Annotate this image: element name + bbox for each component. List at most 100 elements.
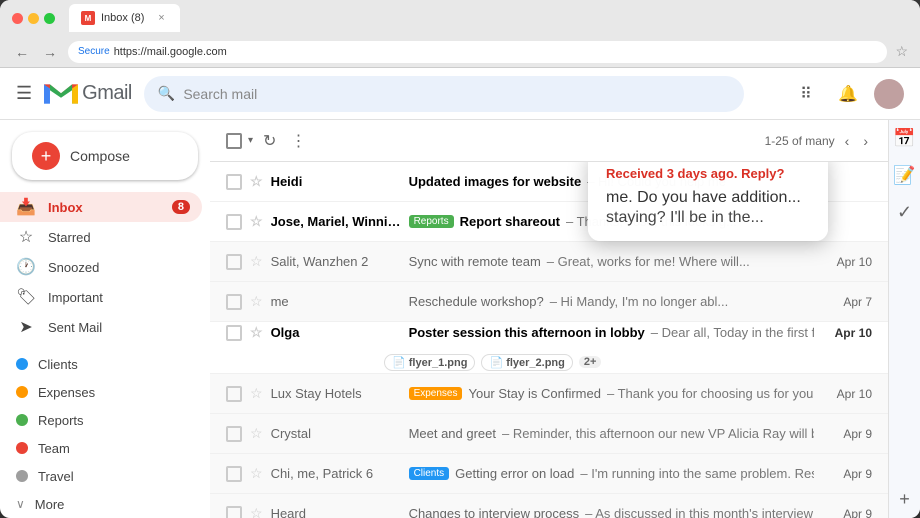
star-icon[interactable]: ☆ <box>250 465 263 482</box>
tab-favicon: M <box>81 11 95 25</box>
inbox-icon: 📥 <box>16 197 36 217</box>
sidebar-item-starred[interactable]: ☆ Starred <box>0 222 202 252</box>
label-tag-expenses: Expenses <box>409 387 463 400</box>
email-subject: Changes to interview process <box>409 506 580 518</box>
important-icon: 🏷 <box>16 287 36 307</box>
add-panel-icon[interactable]: + <box>899 489 910 510</box>
row-checkbox[interactable] <box>226 325 242 341</box>
sidebar-item-expenses[interactable]: Expenses <box>0 378 202 406</box>
table-row[interactable]: ☆ me Reschedule workshop? – Hi Mandy, I'… <box>210 282 888 322</box>
back-button[interactable]: ← <box>12 44 32 60</box>
close-dot[interactable] <box>12 13 23 24</box>
sender-name: Jose, Mariel, Winnie 4 <box>271 214 401 229</box>
row-checkbox[interactable] <box>226 426 242 442</box>
tooltip-received-text: Received 3 days ago. Reply? <box>606 166 810 181</box>
star-icon[interactable]: ☆ <box>250 213 263 230</box>
notes-panel-icon[interactable]: 📝 <box>893 165 915 186</box>
row-checkbox[interactable] <box>226 174 242 190</box>
sidebar-item-team[interactable]: Team <box>0 434 202 462</box>
minimize-dot[interactable] <box>28 13 39 24</box>
address-field[interactable]: Secure https://mail.google.com <box>68 41 887 63</box>
sidebar-item-important[interactable]: 🏷 Important <box>0 282 202 312</box>
sidebar-item-clients[interactable]: Clients <box>0 350 202 378</box>
email-body: Poster session this afternoon in lobby –… <box>409 325 814 340</box>
tasks-panel-icon[interactable]: ✓ <box>897 202 912 223</box>
table-row[interactable]: ☆ Crystal Meet and greet – Reminder, thi… <box>210 414 888 454</box>
table-row[interactable]: ☆ Chi, me, Patrick 6 Clients Getting err… <box>210 454 888 494</box>
star-icon[interactable]: ☆ <box>250 505 263 518</box>
expenses-dot <box>16 386 28 398</box>
tab-close-button[interactable]: × <box>154 11 168 25</box>
tab-label: Inbox (8) <box>101 12 144 24</box>
apps-icon[interactable]: ⠿ <box>790 78 822 110</box>
sidebar-label-inbox: Inbox <box>48 200 160 215</box>
email-subject: Meet and greet <box>409 426 496 441</box>
email-preview: – I'm running into the same problem. Res… <box>580 466 814 481</box>
email-subject: Reschedule workshop? <box>409 294 544 309</box>
email-subject: Your Stay is Confirmed <box>468 386 600 401</box>
email-body: Clients Getting error on load – I'm runn… <box>409 466 814 481</box>
gmail-container: ☰ Gmail 🔍 Search mail ⠿ <box>0 68 920 518</box>
star-icon[interactable]: ☆ <box>250 173 263 190</box>
email-list: ☆ Heidi Updated images for website – Hi!… <box>210 162 888 518</box>
sidebar-label-more: More <box>35 497 65 512</box>
browser-tab[interactable]: M Inbox (8) × <box>69 4 180 32</box>
bookmark-icon[interactable]: ☆ <box>895 43 908 60</box>
email-subject: Report shareout <box>460 214 560 229</box>
star-icon[interactable]: ☆ <box>250 324 263 341</box>
star-icon[interactable]: ☆ <box>250 425 263 442</box>
secure-icon: Secure <box>78 46 110 57</box>
row-checkbox[interactable] <box>226 506 242 518</box>
star-icon[interactable]: ☆ <box>250 253 263 270</box>
hamburger-menu[interactable]: ☰ <box>16 83 32 104</box>
email-date: Apr 9 <box>822 467 872 481</box>
row-checkbox[interactable] <box>226 214 242 230</box>
browser-chrome: M Inbox (8) × <box>0 0 920 36</box>
notifications-icon[interactable]: 🔔 <box>832 78 864 110</box>
tooltip-line2: staying? I'll be in the... <box>606 209 810 227</box>
select-all-checkbox[interactable] <box>226 133 242 149</box>
star-icon[interactable]: ☆ <box>250 385 263 402</box>
sidebar-item-snoozed[interactable]: 🕐 Snoozed <box>0 252 202 282</box>
maximize-dot[interactable] <box>44 13 55 24</box>
next-page-icon[interactable]: › <box>859 129 872 153</box>
browser-window: M Inbox (8) × ← → Secure https://mail.go… <box>0 0 920 518</box>
starred-icon: ☆ <box>16 227 36 247</box>
row-checkbox[interactable] <box>226 294 242 310</box>
row-checkbox[interactable] <box>226 386 242 402</box>
right-panel: 📅 📝 ✓ + <box>888 120 920 518</box>
calendar-panel-icon[interactable]: 📅 <box>893 128 915 149</box>
refresh-icon[interactable]: ↻ <box>259 127 280 155</box>
table-row[interactable]: ☆ Lux Stay Hotels Expenses Your Stay is … <box>210 374 888 414</box>
url-text: https://mail.google.com <box>114 46 227 58</box>
attachment-pill: 📄 flyer_1.png <box>384 354 475 371</box>
sidebar-item-sent[interactable]: ➤ Sent Mail <box>0 312 202 342</box>
prev-page-icon[interactable]: ‹ <box>841 129 854 153</box>
row-checkbox[interactable] <box>226 466 242 482</box>
sidebar-item-travel[interactable]: Travel <box>0 462 202 490</box>
attachment-pill: 📄 flyer_2.png <box>481 354 572 371</box>
team-dot <box>16 442 28 454</box>
table-row[interactable]: ☆ Heard Changes to interview process – A… <box>210 494 888 518</box>
address-bar: ← → Secure https://mail.google.com ☆ <box>0 36 920 68</box>
sidebar-item-more[interactable]: ∨ More <box>0 490 202 518</box>
sidebar-item-reports[interactable]: Reports <box>0 406 202 434</box>
table-row[interactable]: ☆ Heidi Updated images for website – Hi!… <box>210 162 888 202</box>
avatar[interactable] <box>874 79 904 109</box>
forward-button[interactable]: → <box>40 44 60 60</box>
gmail-header: ☰ Gmail 🔍 Search mail ⠿ <box>0 68 920 120</box>
compose-button[interactable]: + Compose <box>12 132 198 180</box>
select-dropdown-icon[interactable]: ▾ <box>248 135 253 146</box>
more-options-icon[interactable]: ⋮ <box>286 127 310 155</box>
table-row[interactable]: ☆ Salit, Wanzhen 2 Sync with remote team… <box>210 242 888 282</box>
email-tooltip: Received 3 days ago. Reply? me. Do you h… <box>588 162 828 241</box>
search-bar[interactable]: 🔍 Search mail <box>144 76 744 112</box>
row-checkbox[interactable] <box>226 254 242 270</box>
star-icon[interactable]: ☆ <box>250 293 263 310</box>
sidebar-label-reports: Reports <box>38 413 84 428</box>
sidebar-item-inbox[interactable]: 📥 Inbox 8 <box>0 192 202 222</box>
email-preview: – As discussed in this month's interview… <box>585 506 814 518</box>
email-date: Apr 10 <box>822 255 872 269</box>
email-body: Reschedule workshop? – Hi Mandy, I'm no … <box>409 294 814 309</box>
table-row[interactable]: ☆ Olga Poster session this afternoon in … <box>210 322 888 374</box>
